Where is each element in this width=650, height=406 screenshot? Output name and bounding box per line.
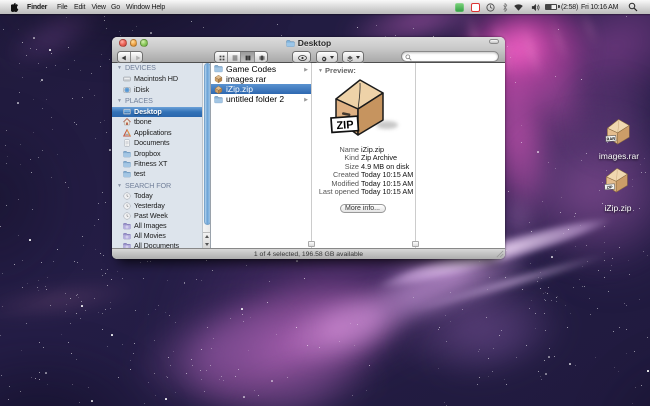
- svg-text:ZIP: ZIP: [607, 185, 614, 189]
- svg-text:RAR: RAR: [606, 136, 615, 142]
- svg-text:ZIP: ZIP: [336, 119, 354, 132]
